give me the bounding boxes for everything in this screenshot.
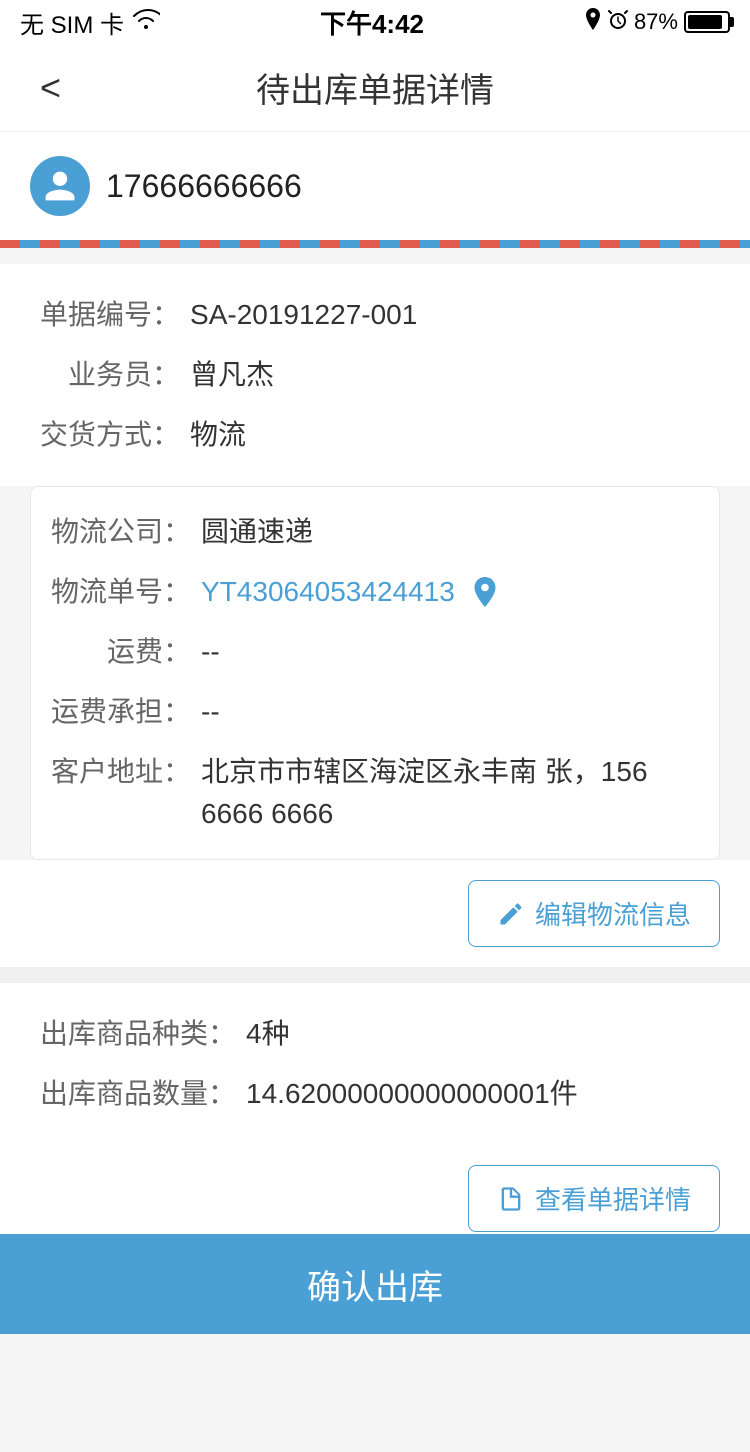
freight-bearer-label: 运费承担： (51, 691, 191, 733)
confirm-bar[interactable]: 确认出库 (0, 1234, 750, 1334)
avatar (30, 156, 90, 216)
edit-logistics-label: 编辑物流信息 (535, 895, 691, 932)
user-icon (42, 168, 78, 204)
battery-text: 87% (634, 9, 678, 35)
address-label: 客户地址： (51, 751, 191, 793)
outbound-quantity-label: 出库商品数量： (40, 1073, 236, 1115)
sales-person-value: 曾凡杰 (190, 354, 710, 396)
edit-icon (497, 900, 525, 928)
outbound-section: 出库商品种类： 4种 出库商品数量： 14.62000000000000001件 (0, 983, 750, 1145)
delivery-method-label: 交货方式： (40, 414, 180, 456)
tracking-number: YT43064053424413 (201, 571, 455, 613)
customer-header: 17666666666 (0, 132, 750, 240)
page-title: 待出库单据详情 (256, 63, 494, 112)
battery-icon (684, 11, 730, 33)
status-right: 87% (584, 8, 730, 36)
freight-value: -- (201, 631, 699, 673)
status-time: 下午4:42 (320, 4, 424, 41)
outbound-types-label: 出库商品种类： (40, 1013, 236, 1055)
outbound-types-value: 4种 (246, 1013, 710, 1055)
section-separator (0, 967, 750, 983)
tracking-row: 物流单号： YT43064053424413 (51, 571, 699, 613)
doc-number-row: 单据编号： SA-20191227-001 (40, 294, 710, 336)
tracking-value-wrapper: YT43064053424413 (201, 571, 699, 613)
delivery-method-row: 交货方式： 物流 (40, 414, 710, 456)
logistics-company-value: 圆通速递 (201, 511, 699, 553)
map-pin-icon[interactable] (467, 574, 503, 610)
logistics-section: 物流公司： 圆通速递 物流单号： YT43064053424413 运费： --… (30, 486, 720, 860)
confirm-label: 确认出库 (307, 1260, 443, 1309)
logistics-company-row: 物流公司： 圆通速递 (51, 511, 699, 553)
edit-button-container: 编辑物流信息 (0, 860, 750, 967)
basic-info-section: 单据编号： SA-20191227-001 业务员： 曾凡杰 交货方式： 物流 (0, 264, 750, 486)
doc-number-label: 单据编号： (40, 294, 180, 336)
logistics-company-label: 物流公司： (51, 511, 191, 553)
wifi-icon (132, 8, 160, 36)
status-left: 无 SIM 卡 (20, 5, 160, 40)
view-details-label: 查看单据详情 (535, 1180, 691, 1217)
outbound-types-row: 出库商品种类： 4种 (40, 1013, 710, 1055)
outbound-quantity-row: 出库商品数量： 14.62000000000000001件 (40, 1073, 710, 1115)
address-row: 客户地址： 北京市市辖区海淀区永丰南 张，156 6666 6666 (51, 751, 699, 835)
alarm-icon (608, 8, 628, 36)
customer-phone: 17666666666 (106, 168, 302, 205)
delivery-method-value: 物流 (190, 414, 710, 456)
location-status-icon (584, 8, 602, 36)
carrier-text: 无 SIM 卡 (20, 5, 124, 40)
freight-bearer-value: -- (201, 691, 699, 733)
freight-row: 运费： -- (51, 631, 699, 673)
tracking-label: 物流单号： (51, 571, 191, 613)
document-icon (497, 1185, 525, 1213)
address-value: 北京市市辖区海淀区永丰南 张，156 6666 6666 (201, 751, 699, 835)
nav-bar: < 待出库单据详情 (0, 44, 750, 132)
freight-bearer-row: 运费承担： -- (51, 691, 699, 733)
back-button[interactable]: < (30, 57, 71, 119)
freight-label: 运费： (51, 631, 191, 673)
edit-logistics-button[interactable]: 编辑物流信息 (468, 880, 720, 947)
sales-person-row: 业务员： 曾凡杰 (40, 354, 710, 396)
status-bar: 无 SIM 卡 下午4:42 87% (0, 0, 750, 44)
outbound-quantity-value: 14.62000000000000001件 (246, 1073, 710, 1115)
view-details-button[interactable]: 查看单据详情 (468, 1165, 720, 1232)
dashed-divider (0, 240, 750, 248)
doc-number-value: SA-20191227-001 (190, 294, 710, 336)
sales-person-label: 业务员： (40, 354, 180, 396)
